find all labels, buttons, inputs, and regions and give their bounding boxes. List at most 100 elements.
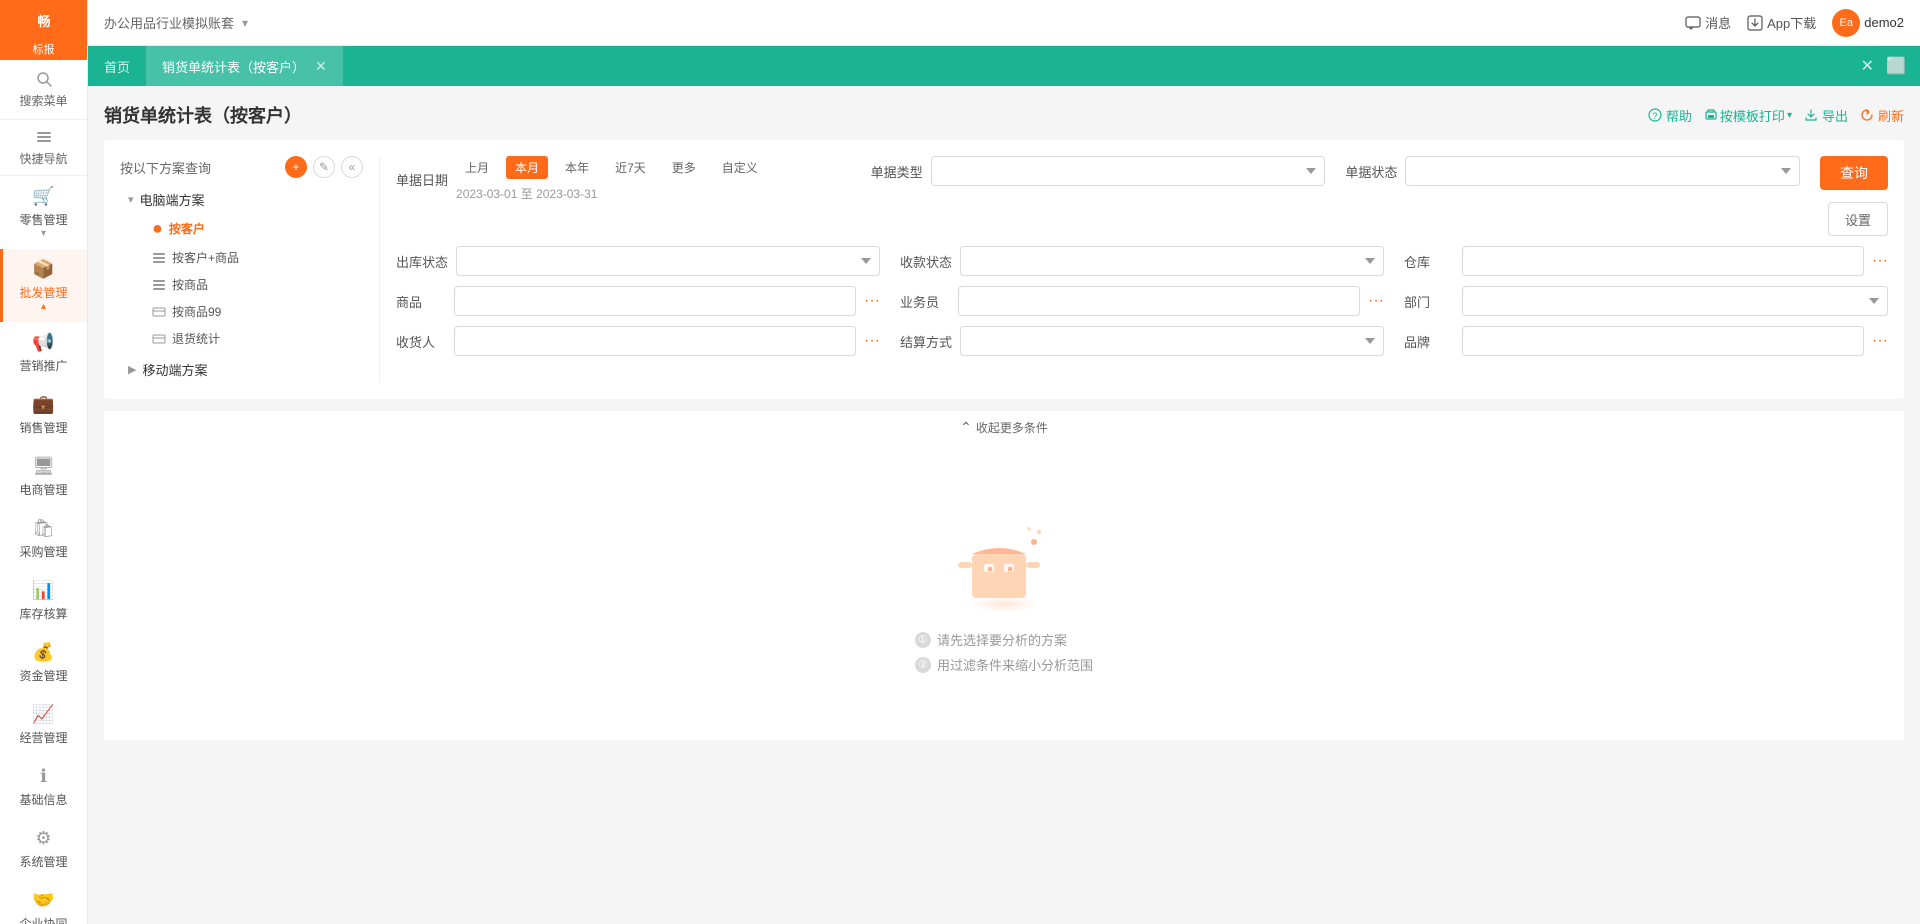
sidebar-item-ecommerce[interactable]: 🖥 电商管理 — [0, 446, 87, 508]
add-icon: + — [292, 160, 299, 174]
scheme-collapse-button[interactable]: « — [341, 156, 363, 178]
scheme-by-goods[interactable]: 按商品 — [144, 271, 363, 298]
scheme-panel-header: 按以下方案查询 + ✎ « — [120, 156, 363, 178]
sidebar-item-operation[interactable]: 📈 经营管理 — [0, 694, 87, 756]
delivery-label: 出库状态 — [396, 252, 448, 271]
payment-field: 收款状态 — [900, 246, 1384, 276]
tab-home[interactable]: 首页 — [88, 46, 146, 86]
help-icon: ? — [1648, 108, 1662, 122]
collapse-label: 收起更多条件 — [976, 419, 1048, 436]
sidebar-item-purchase[interactable]: 🛍 采购管理 — [0, 508, 87, 570]
salesperson-input[interactable] — [958, 286, 1360, 316]
recipient-field: 收货人 ··· — [396, 326, 880, 356]
date-btn-this-year[interactable]: 本年 — [556, 156, 598, 179]
doc-status-select[interactable] — [1405, 156, 1800, 186]
scheme-by-customer-goods[interactable]: 按客户+商品 — [144, 244, 363, 271]
refresh-icon — [1860, 108, 1874, 122]
collapse-chevron: ⌃ — [960, 419, 972, 436]
message-button[interactable]: 消息 — [1685, 13, 1731, 32]
query-button[interactable]: 查询 — [1820, 156, 1888, 190]
tab-window-close-button[interactable]: ✕ — [1855, 52, 1880, 80]
refresh-button[interactable]: 刷新 — [1860, 106, 1904, 125]
tree-desktop-label: 电脑端方案 — [140, 190, 205, 209]
department-select[interactable] — [1462, 286, 1888, 316]
user-avatar-area[interactable]: Ea demo2 — [1832, 9, 1904, 37]
tab-window-maximize-button[interactable]: ⬜ — [1880, 52, 1912, 80]
goods-field: 商品 ··· — [396, 286, 880, 316]
print-dropdown-arrow[interactable]: ▾ — [1787, 110, 1792, 121]
page-inner: 销货单统计表（按客户） ? 帮助 — [88, 86, 1920, 756]
scheme-add-button[interactable]: + — [285, 156, 307, 178]
header-left: 办公用品行业模拟账套 ▾ — [104, 13, 248, 32]
tab-sales-stat[interactable]: 销货单统计表（按客户） ✕ — [146, 46, 343, 86]
date-btn-last-7[interactable]: 近7天 — [606, 156, 655, 179]
doc-status-label: 单据状态 — [1345, 162, 1397, 181]
doc-type-select[interactable] — [931, 156, 1326, 186]
payment-select[interactable] — [960, 246, 1384, 276]
filter-right-area: 单据日期 上月 本月 本年 近7天 更多 自定义 — [380, 156, 1888, 383]
settlement-select[interactable] — [960, 326, 1384, 356]
scheme-by-customer-goods-label: 按客户+商品 — [172, 249, 239, 266]
settlement-label: 结算方式 — [900, 332, 952, 351]
export-button[interactable]: 导出 — [1804, 106, 1848, 125]
salesperson-dots[interactable]: ··· — [1368, 292, 1384, 310]
collapse-bar[interactable]: ⌃ 收起更多条件 — [104, 411, 1904, 444]
message-label: 消息 — [1705, 13, 1731, 32]
help-label: 帮助 — [1666, 106, 1692, 125]
collapse-icon: « — [349, 160, 356, 174]
warehouse-dots[interactable]: ··· — [1872, 252, 1888, 270]
sidebar-item-inventory[interactable]: 📊 库存核算 — [0, 570, 87, 632]
goods-input[interactable] — [454, 286, 856, 316]
sidebar-item-retail-label: 零售管理 — [19, 211, 67, 228]
date-filter-buttons: 上月 本月 本年 近7天 更多 自定义 — [456, 156, 767, 179]
app-logo[interactable]: 畅 标报 — [0, 0, 87, 60]
scheme-icon-4 — [152, 332, 166, 346]
recipient-input[interactable] — [454, 326, 856, 356]
brand-input[interactable] — [1462, 326, 1864, 356]
wholesale-arrow: ▴ — [41, 301, 46, 312]
goods-dots[interactable]: ··· — [864, 292, 880, 310]
sales-icon: 💼 — [32, 394, 54, 415]
sidebar-item-finance[interactable]: 💰 资金管理 — [0, 632, 87, 694]
inventory-icon: 📊 — [32, 580, 54, 601]
settings-button[interactable]: 设置 — [1828, 202, 1888, 236]
warehouse-input[interactable] — [1462, 246, 1864, 276]
date-btn-custom[interactable]: 自定义 — [713, 156, 767, 179]
tip-text-2: 用过滤条件来缩小分析范围 — [937, 655, 1093, 674]
sidebar-search[interactable]: 搜索菜单 — [0, 60, 87, 120]
tree-mobile-header[interactable]: ▶ 移动端方案 — [120, 356, 363, 383]
sidebar-item-wholesale-label: 批发管理 — [19, 284, 67, 301]
logo-text: 标报 — [33, 41, 55, 57]
empty-tip-2: ② 用过滤条件来缩小分析范围 — [915, 655, 1093, 674]
help-button[interactable]: ? 帮助 — [1648, 106, 1692, 125]
sidebar-item-basic[interactable]: ℹ 基础信息 — [0, 756, 87, 818]
header-dropdown-arrow[interactable]: ▾ — [242, 16, 248, 30]
scheme-return-stats[interactable]: 退货统计 — [144, 325, 363, 352]
sidebar-item-retail[interactable]: 🛒 零售管理 ▾ — [0, 176, 87, 249]
scheme-edit-button[interactable]: ✎ — [313, 156, 335, 178]
sidebar-item-system[interactable]: ⚙ 系统管理 — [0, 818, 87, 880]
sidebar-item-enterprise[interactable]: 🤝 企业协同 — [0, 880, 87, 924]
date-btn-this-month[interactable]: 本月 — [506, 156, 548, 179]
app-download-button[interactable]: App下载 — [1747, 13, 1816, 32]
delivery-select[interactable] — [456, 246, 880, 276]
brand-label: 品牌 — [1404, 332, 1454, 351]
marketing-icon: 📢 — [32, 332, 54, 353]
sidebar-item-wholesale[interactable]: 📦 批发管理 ▴ — [0, 249, 87, 322]
export-label: 导出 — [1822, 106, 1848, 125]
sidebar-item-marketing[interactable]: 📢 营销推广 — [0, 322, 87, 384]
recipient-dots[interactable]: ··· — [864, 332, 880, 350]
date-btn-more[interactable]: 更多 — [663, 156, 705, 179]
date-btn-last-month[interactable]: 上月 — [456, 156, 498, 179]
tab-close-button[interactable]: ✕ — [315, 58, 327, 75]
sidebar: 畅 标报 搜索菜单 快捷导航 🛒 零售管理 ▾ 📦 批发管理 ▴ 📢 — [0, 0, 88, 924]
tree-desktop-header[interactable]: ▾ 电脑端方案 — [120, 186, 363, 213]
scheme-by-goods-99[interactable]: 按商品99 — [144, 298, 363, 325]
brand-dots[interactable]: ··· — [1872, 332, 1888, 350]
username-label[interactable]: demo2 — [1864, 15, 1904, 30]
sidebar-item-sales[interactable]: 💼 销售管理 — [0, 384, 87, 446]
sidebar-nav[interactable]: 快捷导航 — [0, 120, 87, 176]
print-button[interactable]: 按模板打印 ▾ — [1704, 106, 1792, 125]
scheme-by-customer[interactable]: ● 按客户 — [144, 213, 363, 244]
sidebar-item-system-label: 系统管理 — [19, 853, 67, 870]
